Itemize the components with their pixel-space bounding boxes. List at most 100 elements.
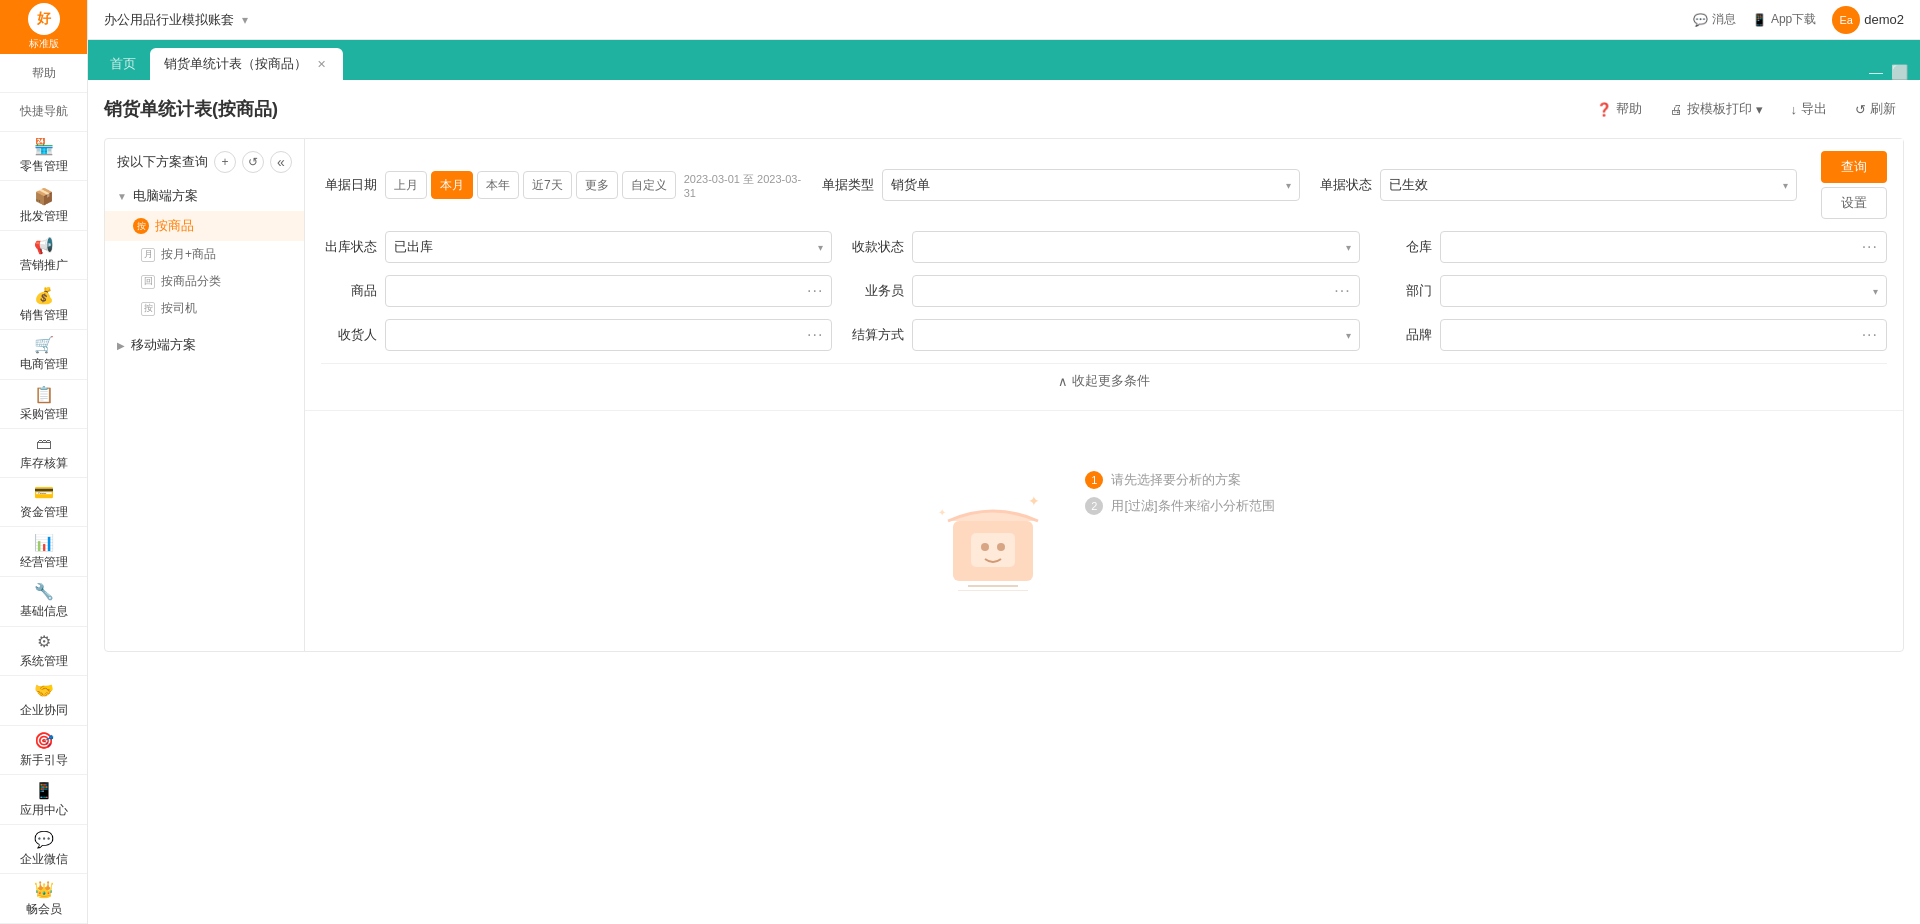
user-menu[interactable]: Ea demo2 <box>1832 6 1904 34</box>
message-icon: 💬 <box>1693 13 1708 27</box>
receiver-input[interactable]: ··· <box>385 319 832 351</box>
by-product-label: 按商品 <box>155 217 194 235</box>
sidebar-search[interactable]: 帮助 <box>0 54 88 93</box>
help-btn[interactable]: ❓ 帮助 <box>1588 96 1650 122</box>
print-btn[interactable]: 🖨 按模板打印 ▾ <box>1662 96 1771 122</box>
doc-type-select[interactable]: 销货单 ▾ <box>882 169 1299 201</box>
topbar-left: 办公用品行业模拟账套 ▾ <box>104 11 248 29</box>
filter-doc-status: 单据状态 已生效 ▾ <box>1316 169 1797 201</box>
filter-payment: 结算方式 ▾ <box>848 319 1359 351</box>
tab-sales-stat[interactable]: 销货单统计表（按商品） ✕ <box>150 48 343 80</box>
pc-arrow-icon: ▼ <box>117 191 127 202</box>
warehouse-input[interactable]: ··· <box>1440 231 1887 263</box>
sidebar-item-sales[interactable]: 💰 销售管理 <box>0 280 88 330</box>
tab-home-label: 首页 <box>110 55 136 73</box>
scheme-mobile-title[interactable]: ▶ 移动端方案 <box>105 330 304 360</box>
finance-label: 资金管理 <box>20 504 68 521</box>
query-btn[interactable]: 查询 <box>1821 151 1887 183</box>
tab-close-btn[interactable]: ✕ <box>313 56 329 72</box>
scheme-panel: 按以下方案查询 + ↺ « ▼ 电脑端方案 <box>105 139 305 651</box>
message-btn[interactable]: 💬 消息 <box>1693 11 1736 28</box>
scheme-header-icons: + ↺ « <box>214 151 292 173</box>
purchase-icon: 📋 <box>34 385 54 404</box>
tab-minimize-btn[interactable]: — <box>1869 64 1883 80</box>
staff-input[interactable]: ··· <box>912 275 1359 307</box>
dept-select[interactable]: ▾ <box>1440 275 1887 307</box>
sidebar-item-basic[interactable]: 🔧 基础信息 <box>0 577 88 627</box>
sidebar-item-purchase[interactable]: 📋 采购管理 <box>0 380 88 430</box>
sidebar-item-operation[interactable]: 📊 经营管理 <box>0 527 88 577</box>
scheme-item-by-category[interactable]: 回 按商品分类 <box>105 268 304 295</box>
sidebar-item-marketing[interactable]: 📢 营销推广 <box>0 231 88 281</box>
doc-status-value: 已生效 <box>1389 176 1428 194</box>
print-label: 按模板打印 <box>1687 100 1752 118</box>
appstore-label: 应用中心 <box>20 802 68 819</box>
refresh-btn[interactable]: ↺ 刷新 <box>1847 96 1904 122</box>
setting-btn[interactable]: 设置 <box>1821 187 1887 219</box>
sidebar-item-corp[interactable]: 🤝 企业协同 <box>0 676 88 726</box>
scheme-pc-title[interactable]: ▼ 电脑端方案 <box>105 181 304 211</box>
sidebar-item-appstore[interactable]: 📱 应用中心 <box>0 775 88 825</box>
help-icon: ❓ <box>1596 102 1612 117</box>
date-btn-last-month[interactable]: 上月 <box>385 171 427 199</box>
doc-type-value: 销货单 <box>891 176 930 194</box>
warehouse-dots: ··· <box>1862 238 1878 256</box>
scheme-collapse-btn[interactable]: « <box>270 151 292 173</box>
page-title: 销货单统计表(按商品) <box>104 97 278 121</box>
scheme-group-pc: ▼ 电脑端方案 按 按商品 月 按月+商品 回 <box>105 181 304 322</box>
scheme-refresh-btn[interactable]: ↺ <box>242 151 264 173</box>
finance-icon: 💳 <box>34 483 54 502</box>
scheme-add-btn[interactable]: + <box>214 151 236 173</box>
collapse-arrow-icon: ∧ <box>1058 374 1068 389</box>
tab-sales-stat-label: 销货单统计表（按商品） <box>164 55 307 73</box>
sidebar-item-wholesale[interactable]: 📦 批发管理 <box>0 181 88 231</box>
empty-state: ✦ ✦ 1 请先选择 <box>305 411 1903 651</box>
date-btn-7days[interactable]: 近7天 <box>523 171 572 199</box>
filter-receipt-status: 收款状态 ▾ <box>848 231 1359 263</box>
tab-maximize-btn[interactable]: ⬜ <box>1891 64 1908 80</box>
sidebar-quick-nav[interactable]: 快捷导航 <box>0 93 88 132</box>
date-btn-more[interactable]: 更多 <box>576 171 618 199</box>
sidebar-item-finance[interactable]: 💳 资金管理 <box>0 478 88 528</box>
product-input[interactable]: ··· <box>385 275 832 307</box>
appstore-icon: 📱 <box>34 781 54 800</box>
by-month-product-icon: 月 <box>141 248 155 262</box>
out-status-select[interactable]: 已出库 ▾ <box>385 231 832 263</box>
empty-text-block: 1 请先选择要分析的方案 2 用[过滤]条件来缩小分析范围 <box>1085 471 1274 515</box>
date-btn-this-month[interactable]: 本月 <box>431 171 473 199</box>
operation-label: 经营管理 <box>20 554 68 571</box>
date-btn-custom[interactable]: 自定义 <box>622 171 676 199</box>
export-icon: ↓ <box>1791 102 1798 117</box>
scheme-item-by-machine[interactable]: 按 按司机 <box>105 295 304 322</box>
export-btn[interactable]: ↓ 导出 <box>1783 96 1836 122</box>
scheme-item-by-month-product[interactable]: 月 按月+商品 <box>105 241 304 268</box>
app-logo[interactable]: 好 标准版 <box>0 0 88 54</box>
mobile-title-label: 移动端方案 <box>131 336 196 354</box>
sidebar-item-wechat[interactable]: 💬 企业微信 <box>0 825 88 875</box>
industry-dropdown-icon[interactable]: ▾ <box>242 13 248 27</box>
operation-icon: 📊 <box>34 533 54 552</box>
app-download-btn[interactable]: 📱 App下载 <box>1752 11 1816 28</box>
by-machine-label: 按司机 <box>161 300 197 317</box>
scheme-item-by-product[interactable]: 按 按商品 <box>105 211 304 241</box>
sidebar-item-retail[interactable]: 🏪 零售管理 <box>0 132 88 182</box>
sidebar-item-inventory[interactable]: 🗃 库存核算 <box>0 429 88 478</box>
filter-receiver: 收货人 ··· <box>321 319 832 351</box>
date-btn-this-year[interactable]: 本年 <box>477 171 519 199</box>
receipt-status-select[interactable]: ▾ <box>912 231 1359 263</box>
mobile-arrow-icon: ▶ <box>117 340 125 351</box>
brand-input[interactable]: ··· <box>1440 319 1887 351</box>
sidebar-item-ecommerce[interactable]: 🛒 电商管理 <box>0 330 88 380</box>
payment-select[interactable]: ▾ <box>912 319 1359 351</box>
dept-arrow: ▾ <box>1873 286 1878 297</box>
sidebar-item-guide[interactable]: 🎯 新手引导 <box>0 726 88 776</box>
page-header: 销货单统计表(按商品) ❓ 帮助 🖨 按模板打印 ▾ ↓ 导出 <box>104 96 1904 122</box>
sidebar-item-system[interactable]: ⚙ 系统管理 <box>0 627 88 677</box>
collapse-more-btn[interactable]: ∧ 收起更多条件 <box>321 363 1887 398</box>
refresh-label: 刷新 <box>1870 100 1896 118</box>
doc-status-select[interactable]: 已生效 ▾ <box>1380 169 1797 201</box>
sidebar-item-member[interactable]: 👑 畅会员 <box>0 874 88 924</box>
svg-point-3 <box>997 543 1005 551</box>
dept-label: 部门 <box>1376 282 1432 300</box>
tab-home[interactable]: 首页 <box>96 48 150 80</box>
